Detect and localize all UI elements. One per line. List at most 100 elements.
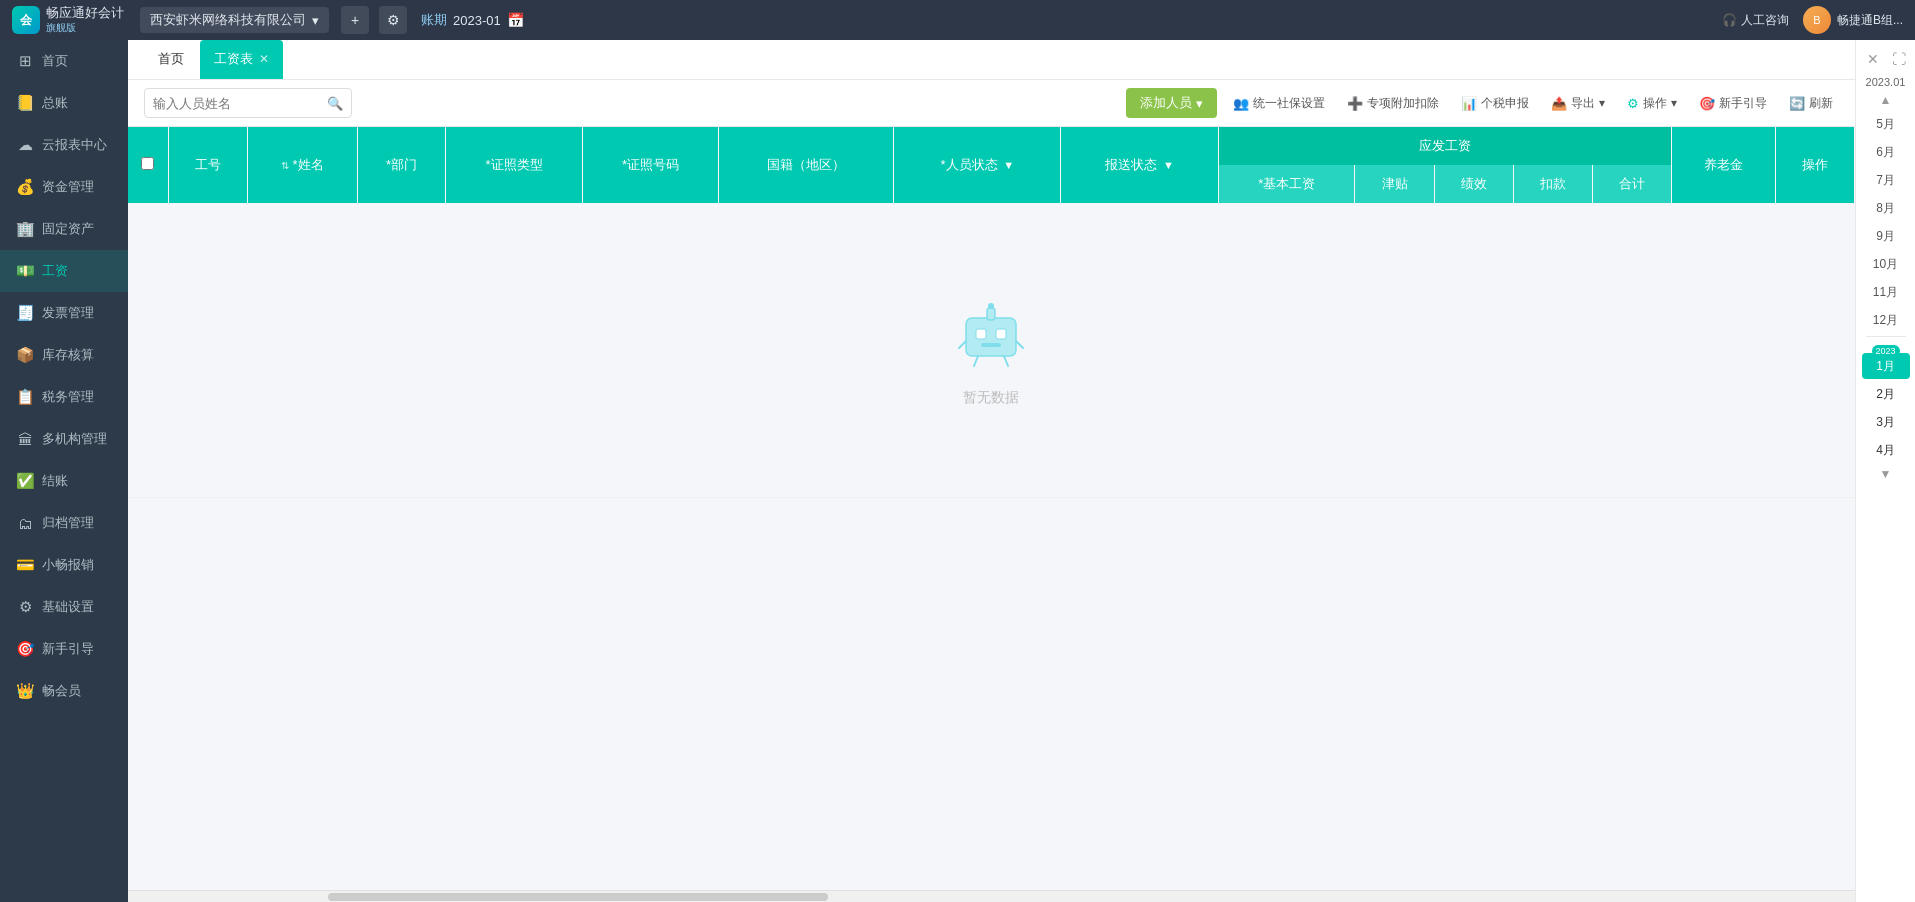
status-filter-icon[interactable]: ▼	[1003, 159, 1014, 171]
sidebar-label-tax: 税务管理	[42, 388, 94, 406]
th-allowance: 津贴	[1355, 165, 1434, 203]
panel-close-button[interactable]: ✕	[1862, 48, 1884, 70]
ops-icon: ⚙	[1627, 96, 1639, 111]
funds-icon: 💰	[16, 178, 34, 196]
sidebar-item-vip[interactable]: 👑 畅会员	[0, 670, 128, 712]
beginner-label: 新手引导	[1719, 95, 1767, 112]
multi-org-icon: 🏛	[16, 431, 34, 448]
headset-icon: 🎧	[1722, 13, 1737, 27]
beginner-guide-button[interactable]: 🎯 新手引导	[1693, 91, 1773, 116]
refresh-button[interactable]: 🔄 刷新	[1783, 91, 1839, 116]
salary-icon: 💵	[16, 262, 34, 280]
company-dropdown-icon: ▾	[312, 13, 319, 28]
expense-icon: 💳	[16, 556, 34, 574]
month-nav-down[interactable]: ▼	[1874, 464, 1898, 484]
year-divider	[1866, 336, 1906, 337]
tax-report-label: 个税申报	[1481, 95, 1529, 112]
month-item-2022-9[interactable]: 9月	[1862, 223, 1910, 249]
special-deduction-button[interactable]: ➕ 专项附加扣除	[1341, 91, 1445, 116]
refresh-icon: 🔄	[1789, 96, 1805, 111]
report-filter-icon[interactable]: ▼	[1163, 159, 1174, 171]
company-selector[interactable]: 西安虾米网络科技有限公司 ▾	[140, 7, 329, 33]
month-item-2023-1[interactable]: 2023 1月	[1862, 353, 1910, 379]
sidebar-item-inventory[interactable]: 📦 库存核算	[0, 334, 128, 376]
export-icon: 📤	[1551, 96, 1567, 111]
sidebar-item-home[interactable]: ⊞ 首页	[0, 40, 128, 82]
export-button[interactable]: 📤 导出 ▾	[1545, 91, 1611, 116]
sidebar-item-expense[interactable]: 💳 小畅报销	[0, 544, 128, 586]
sidebar-label-expense: 小畅报销	[42, 556, 94, 574]
account-period: 账期 2023-01 📅	[421, 11, 524, 29]
user-name: 畅捷通B组...	[1837, 12, 1903, 29]
inventory-icon: 📦	[16, 346, 34, 364]
logo-subtitle: 旗舰版	[46, 21, 124, 35]
month-item-2022-6[interactable]: 6月	[1862, 139, 1910, 165]
select-all-checkbox[interactable]	[141, 157, 154, 170]
year-badge-2023: 2023	[1871, 345, 1899, 357]
month-item-2022-8[interactable]: 8月	[1862, 195, 1910, 221]
company-name: 西安虾米网络科技有限公司	[150, 11, 306, 29]
guide-icon: 🎯	[16, 640, 34, 658]
tab-bar: 首页 工资表 ✕	[128, 40, 1855, 80]
month-nav-up[interactable]: ▲	[1874, 90, 1898, 110]
th-performance: 绩效	[1434, 165, 1513, 203]
sidebar-label-archive: 归档管理	[42, 514, 94, 532]
scroll-thumb[interactable]	[328, 893, 828, 901]
deduction-icon: ➕	[1347, 96, 1363, 111]
social-label: 统一社保设置	[1253, 95, 1325, 112]
add-person-dropdown-icon: ▾	[1196, 96, 1203, 111]
sidebar-item-invoice[interactable]: 🧾 发票管理	[0, 292, 128, 334]
sidebar-item-assets[interactable]: 🏢 固定资产	[0, 208, 128, 250]
th-base-salary: *基本工资	[1218, 165, 1355, 203]
operations-button[interactable]: ⚙ 操作 ▾	[1621, 91, 1683, 116]
sidebar-item-tax[interactable]: 📋 税务管理	[0, 376, 128, 418]
svg-line-6	[959, 341, 966, 348]
add-person-button[interactable]: 添加人员 ▾	[1126, 88, 1217, 118]
sidebar-item-cloud-report[interactable]: ☁ 云报表中心	[0, 124, 128, 166]
bottom-scrollbar[interactable]	[128, 890, 1855, 902]
calendar-icon[interactable]: 📅	[507, 12, 524, 28]
search-input[interactable]	[153, 96, 321, 111]
month-item-2022-11[interactable]: 11月	[1862, 279, 1910, 305]
th-checkbox[interactable]	[128, 127, 168, 203]
add-button[interactable]: +	[341, 6, 369, 34]
panel-expand-button[interactable]: ⛶	[1888, 48, 1910, 70]
settings-button[interactable]: ⚙	[379, 6, 407, 34]
svg-point-5	[988, 303, 994, 309]
sidebar-label-salary: 工资	[42, 262, 68, 280]
tab-salary[interactable]: 工资表 ✕	[200, 40, 283, 79]
sidebar-label-vip: 畅会员	[42, 682, 81, 700]
tab-home[interactable]: 首页	[144, 40, 198, 79]
tab-home-label: 首页	[158, 50, 184, 68]
sidebar-item-funds[interactable]: 💰 资金管理	[0, 166, 128, 208]
user-info[interactable]: B 畅捷通B组...	[1803, 6, 1903, 34]
tax-report-button[interactable]: 📊 个税申报	[1455, 91, 1535, 116]
svg-rect-0	[966, 318, 1016, 356]
refresh-label: 刷新	[1809, 95, 1833, 112]
tab-close-icon[interactable]: ✕	[259, 52, 269, 66]
service-button[interactable]: 🎧 人工咨询	[1722, 12, 1789, 29]
period-value: 2023-01	[453, 13, 501, 28]
tax-report-icon: 📊	[1461, 96, 1477, 111]
svg-rect-1	[976, 329, 986, 339]
sidebar-label-invoice: 发票管理	[42, 304, 94, 322]
sidebar-label-inventory: 库存核算	[42, 346, 94, 364]
sidebar-item-close-account[interactable]: ✅ 结账	[0, 460, 128, 502]
month-item-2022-10[interactable]: 10月	[1862, 251, 1910, 277]
social-security-button[interactable]: 👥 统一社保设置	[1227, 91, 1331, 116]
sidebar-item-salary[interactable]: 💵 工资	[0, 250, 128, 292]
sidebar-item-ledger[interactable]: 📒 总账	[0, 82, 128, 124]
month-item-2023-2[interactable]: 2月	[1862, 381, 1910, 407]
month-item-2023-3[interactable]: 3月	[1862, 409, 1910, 435]
sidebar-label-guide: 新手引导	[42, 640, 94, 658]
month-item-2022-12[interactable]: 12月	[1862, 307, 1910, 333]
close-account-icon: ✅	[16, 472, 34, 490]
sidebar-item-guide[interactable]: 🎯 新手引导	[0, 628, 128, 670]
sidebar-item-multi-org[interactable]: 🏛 多机构管理	[0, 418, 128, 460]
month-item-2022-7[interactable]: 7月	[1862, 167, 1910, 193]
month-item-2022-5[interactable]: 5月	[1862, 111, 1910, 137]
th-name[interactable]: ⇅ *姓名	[247, 127, 357, 203]
sidebar-item-settings[interactable]: ⚙ 基础设置	[0, 586, 128, 628]
sidebar-item-archive[interactable]: 🗂 归档管理	[0, 502, 128, 544]
month-item-2023-4[interactable]: 4月	[1862, 437, 1910, 463]
